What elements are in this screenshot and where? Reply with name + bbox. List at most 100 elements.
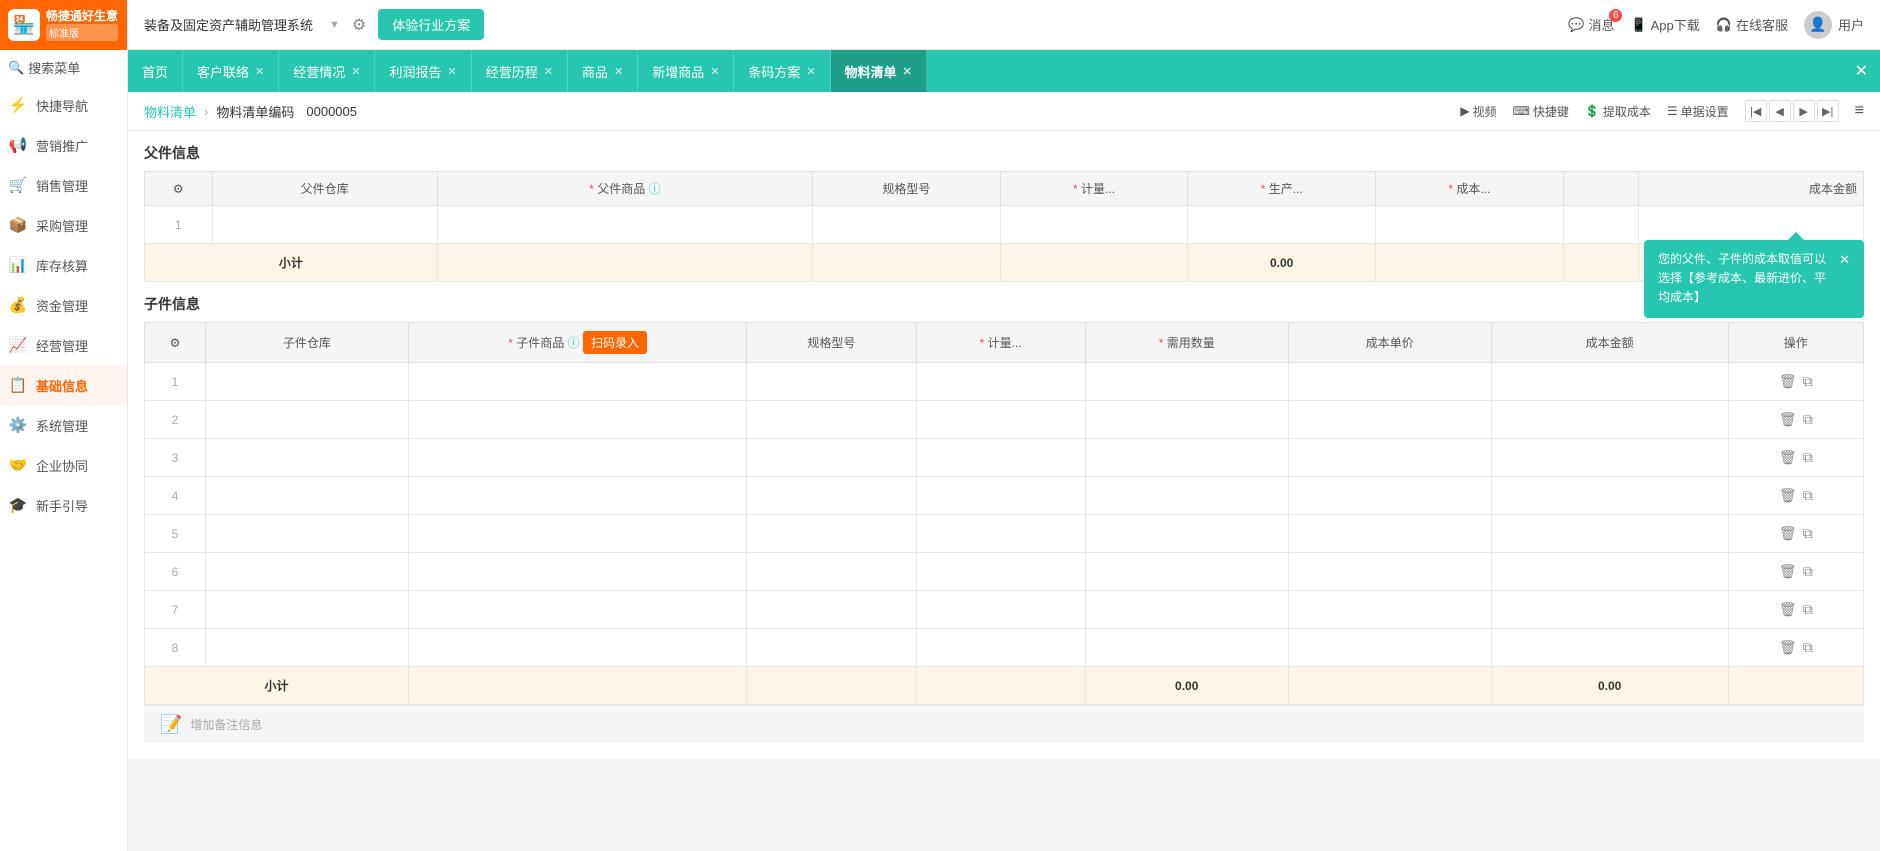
tab-barcode[interactable]: 条码方案 ✕	[734, 50, 830, 92]
parent-row-1-spec[interactable]	[813, 206, 1001, 244]
child-row-2-delete-icon[interactable]: 🗑	[1779, 411, 1797, 428]
child-row-3-delete-icon[interactable]: 🗑	[1779, 449, 1797, 466]
child-row-4-price[interactable]	[1288, 477, 1491, 515]
child-row-6-amount[interactable]	[1491, 553, 1728, 591]
sidebar-item-marketing[interactable]: 📢 营销推广	[0, 125, 127, 165]
cost-fetch-action[interactable]: 💲 提取成本	[1585, 103, 1651, 120]
child-row-6-product[interactable]	[408, 553, 746, 591]
child-row-6-delete-icon[interactable]: 🗑	[1779, 563, 1797, 580]
tab-customers-close[interactable]: ✕	[255, 65, 264, 78]
nav-first-btn[interactable]: |◀	[1745, 100, 1767, 122]
tab-history-close[interactable]: ✕	[544, 65, 553, 78]
child-row-8-unit[interactable]	[916, 629, 1085, 667]
child-row-6-warehouse[interactable]	[205, 553, 408, 591]
sidebar-item-quicknav[interactable]: ⚡ 快捷导航	[0, 85, 127, 125]
tab-history[interactable]: 经营历程 ✕	[472, 50, 568, 92]
sidebar-item-inventory[interactable]: 📊 库存核算	[0, 245, 127, 285]
sidebar-item-basic-info[interactable]: 📋 基础信息	[0, 365, 127, 405]
child-row-6-unit[interactable]	[916, 553, 1085, 591]
parent-row-1-prod[interactable]	[1188, 206, 1376, 244]
child-row-1-unit[interactable]	[916, 363, 1085, 401]
child-row-5-delete-icon[interactable]: 🗑	[1779, 525, 1797, 542]
child-row-7-delete-icon[interactable]: 🗑	[1779, 601, 1797, 618]
child-row-3-amount[interactable]	[1491, 439, 1728, 477]
child-row-8-price[interactable]	[1288, 629, 1491, 667]
child-row-1-qty[interactable]	[1085, 363, 1288, 401]
child-row-5-price[interactable]	[1288, 515, 1491, 553]
parent-col-settings[interactable]: ⚙	[145, 172, 213, 206]
child-row-2-amount[interactable]	[1491, 401, 1728, 439]
child-row-5-qty[interactable]	[1085, 515, 1288, 553]
nav-next-btn[interactable]: ▶	[1793, 100, 1815, 122]
child-row-2-spec[interactable]	[747, 401, 916, 439]
tab-new-products-close[interactable]: ✕	[710, 65, 719, 78]
child-row-1-warehouse[interactable]	[205, 363, 408, 401]
child-row-2-warehouse[interactable]	[205, 401, 408, 439]
child-row-3-qty[interactable]	[1085, 439, 1288, 477]
tab-home[interactable]: 首页	[128, 50, 183, 92]
child-row-6-spec[interactable]	[747, 553, 916, 591]
child-row-5-spec[interactable]	[747, 515, 916, 553]
tab-bom-close[interactable]: ✕	[903, 65, 912, 78]
child-row-3-warehouse[interactable]	[205, 439, 408, 477]
child-row-4-qty[interactable]	[1085, 477, 1288, 515]
child-row-3-price[interactable]	[1288, 439, 1491, 477]
child-row-2-price[interactable]	[1288, 401, 1491, 439]
child-row-7-unit[interactable]	[916, 591, 1085, 629]
tab-operations-close[interactable]: ✕	[351, 65, 360, 78]
parent-product-info-icon[interactable]: ⓘ	[649, 182, 661, 196]
child-row-4-product[interactable]	[408, 477, 746, 515]
single-setting-action[interactable]: ☰ 单据设置	[1667, 103, 1729, 120]
tab-products-close[interactable]: ✕	[614, 65, 623, 78]
child-row-5-warehouse[interactable]	[205, 515, 408, 553]
child-row-3-unit[interactable]	[916, 439, 1085, 477]
child-row-1-price[interactable]	[1288, 363, 1491, 401]
child-row-5-amount[interactable]	[1491, 515, 1728, 553]
child-row-3-product[interactable]	[408, 439, 746, 477]
list-view-icon[interactable]: ≡	[1855, 102, 1864, 120]
sidebar-item-sales[interactable]: 🛒 销售管理	[0, 165, 127, 205]
child-row-4-unit[interactable]	[916, 477, 1085, 515]
child-row-1-product[interactable]	[408, 363, 746, 401]
user-menu[interactable]: 👤 用户	[1804, 11, 1864, 39]
child-row-8-delete-icon[interactable]: 🗑	[1779, 639, 1797, 656]
child-row-4-amount[interactable]	[1491, 477, 1728, 515]
child-row-3-copy-icon[interactable]: ⧉	[1803, 449, 1813, 466]
tab-products[interactable]: 商品 ✕	[568, 50, 638, 92]
parent-row-1-cost-amount[interactable]	[1638, 206, 1863, 244]
nav-prev-btn[interactable]: ◀	[1769, 100, 1791, 122]
sidebar-item-operations[interactable]: 📈 经营管理	[0, 325, 127, 365]
child-row-8-copy-icon[interactable]: ⧉	[1803, 639, 1813, 656]
tab-bom[interactable]: 物料清单 ✕	[831, 50, 927, 92]
child-row-7-product[interactable]	[408, 591, 746, 629]
child-row-6-copy-icon[interactable]: ⧉	[1803, 563, 1813, 580]
shortcut-action[interactable]: ⌨ 快捷键	[1513, 103, 1569, 120]
child-row-7-spec[interactable]	[747, 591, 916, 629]
child-row-1-amount[interactable]	[1491, 363, 1728, 401]
app-download-btn[interactable]: 📱 App下载	[1630, 15, 1699, 34]
child-row-7-warehouse[interactable]	[205, 591, 408, 629]
tooltip-close-btn[interactable]: ✕	[1839, 250, 1850, 271]
child-row-2-copy-icon[interactable]: ⧉	[1803, 411, 1813, 428]
child-row-4-delete-icon[interactable]: 🗑	[1779, 487, 1797, 504]
child-row-5-unit[interactable]	[916, 515, 1085, 553]
child-row-6-qty[interactable]	[1085, 553, 1288, 591]
child-row-6-price[interactable]	[1288, 553, 1491, 591]
parent-row-1-cost[interactable]	[1376, 206, 1564, 244]
parent-row-1-warehouse[interactable]	[212, 206, 437, 244]
tab-profit-close[interactable]: ✕	[448, 65, 457, 78]
child-row-3-spec[interactable]	[747, 439, 916, 477]
tab-customers[interactable]: 客户联络 ✕	[183, 50, 279, 92]
sidebar-item-purchase[interactable]: 📦 采购管理	[0, 205, 127, 245]
settings-icon[interactable]: ⚙	[352, 15, 366, 35]
online-service-btn[interactable]: 🎧 在线客服	[1716, 15, 1788, 34]
child-row-4-spec[interactable]	[747, 477, 916, 515]
child-row-4-warehouse[interactable]	[205, 477, 408, 515]
scan-button[interactable]: 扫码录入	[583, 331, 647, 354]
sidebar-item-newbie[interactable]: 🎓 新手引导	[0, 485, 127, 525]
tabbar-close-all-icon[interactable]: ✕	[1851, 57, 1872, 85]
child-row-7-copy-icon[interactable]: ⧉	[1803, 601, 1813, 618]
child-row-7-amount[interactable]	[1491, 591, 1728, 629]
parent-row-1-unit[interactable]	[1000, 206, 1188, 244]
child-row-8-spec[interactable]	[747, 629, 916, 667]
